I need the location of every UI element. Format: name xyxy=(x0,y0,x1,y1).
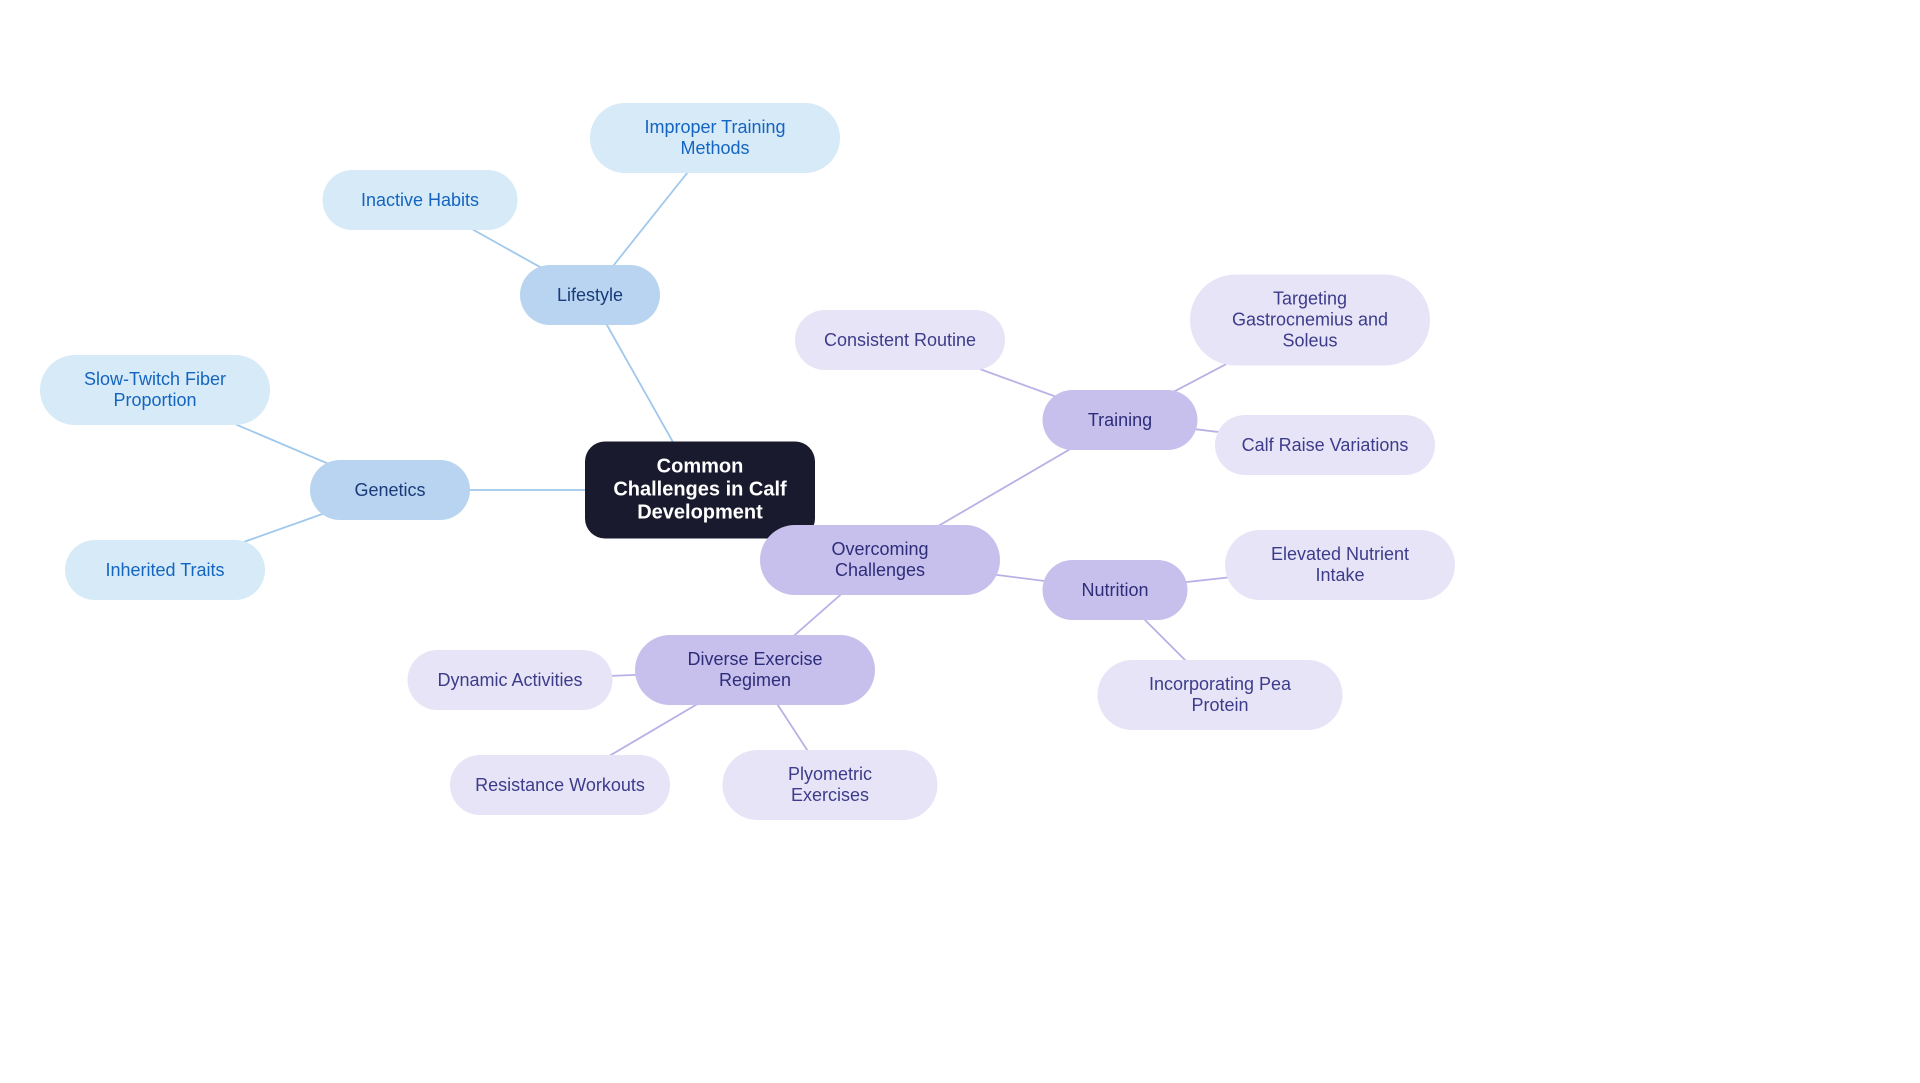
node-overcoming[interactable]: Overcoming Challenges xyxy=(760,525,1000,595)
node-inherited[interactable]: Inherited Traits xyxy=(65,540,265,600)
node-slow_twitch[interactable]: Slow-Twitch Fiber Proportion xyxy=(40,355,270,425)
node-resistance[interactable]: Resistance Workouts xyxy=(450,755,670,815)
node-improper[interactable]: Improper Training Methods xyxy=(590,103,840,173)
node-diverse[interactable]: Diverse Exercise Regimen xyxy=(635,635,875,705)
node-calf_raise[interactable]: Calf Raise Variations xyxy=(1215,415,1435,475)
node-targeting[interactable]: Targeting Gastrocnemius and Soleus xyxy=(1190,275,1430,366)
node-inactive[interactable]: Inactive Habits xyxy=(323,170,518,230)
mindmap-container: Common Challenges in Calf Development Gen… xyxy=(0,0,1920,1083)
node-lifestyle[interactable]: Lifestyle xyxy=(520,265,660,325)
node-dynamic[interactable]: Dynamic Activities xyxy=(408,650,613,710)
node-plyometric[interactable]: Plyometric Exercises xyxy=(723,750,938,820)
node-training[interactable]: Training xyxy=(1043,390,1198,450)
node-nutrition[interactable]: Nutrition xyxy=(1043,560,1188,620)
node-genetics[interactable]: Genetics xyxy=(310,460,470,520)
node-elevated[interactable]: Elevated Nutrient Intake xyxy=(1225,530,1455,600)
node-consistent[interactable]: Consistent Routine xyxy=(795,310,1005,370)
node-center[interactable]: Common Challenges in Calf Development xyxy=(585,442,815,539)
node-pea_protein[interactable]: Incorporating Pea Protein xyxy=(1098,660,1343,730)
